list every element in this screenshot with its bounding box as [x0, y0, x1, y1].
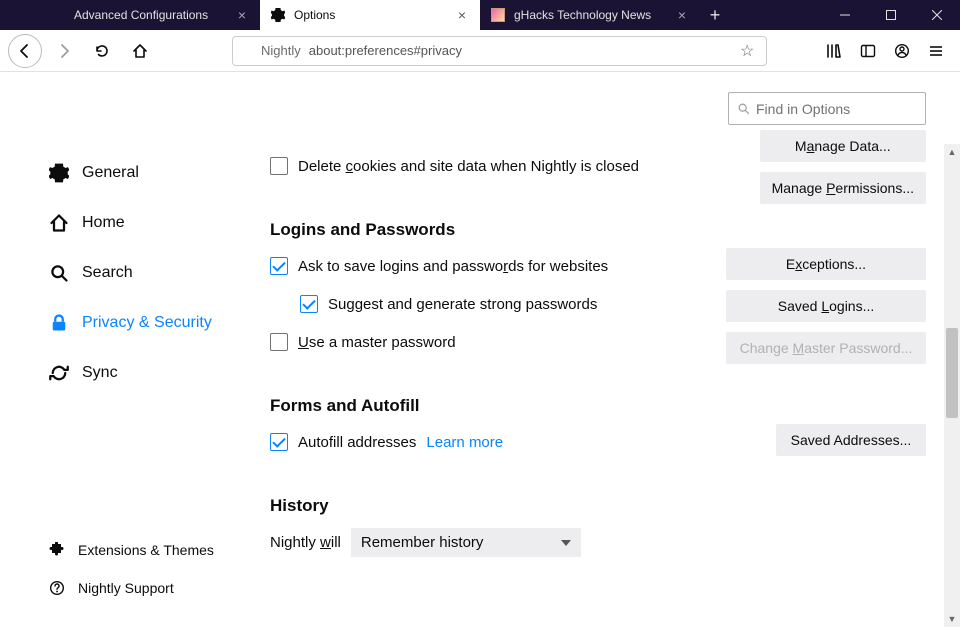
history-will-label: Nightly will [270, 534, 341, 551]
sidebar-item-label: General [82, 164, 139, 182]
suggest-passwords-checkbox[interactable] [300, 295, 318, 313]
maximize-button[interactable] [868, 0, 914, 30]
firefox-icon [239, 43, 255, 59]
exceptions-button[interactable]: Exceptions... [726, 248, 926, 280]
gear-icon [48, 162, 70, 184]
search-placeholder: Find in Options [756, 101, 850, 117]
logins-heading: Logins and Passwords [270, 220, 930, 240]
sidebar-toggle-button[interactable] [852, 35, 884, 67]
saved-logins-button[interactable]: Saved Logins... [726, 290, 926, 322]
tab-favicon-generic [50, 7, 66, 23]
nav-toolbar: Nightly about:preferences#privacy ☆ [0, 30, 960, 72]
tab-ghacks[interactable]: gHacks Technology News × [480, 0, 700, 30]
account-button[interactable] [886, 35, 918, 67]
search-icon [48, 262, 70, 284]
window-controls [822, 0, 960, 30]
bookmark-star-icon[interactable]: ☆ [740, 41, 760, 61]
delete-cookies-label: Delete cookies and site data when Nightl… [298, 158, 639, 175]
saved-addresses-button[interactable]: Saved Addresses... [776, 424, 926, 456]
reload-button[interactable] [86, 35, 118, 67]
change-master-password-button[interactable]: Change Master Password... [726, 332, 926, 364]
app-menu-button[interactable] [920, 35, 952, 67]
history-heading: History [270, 496, 930, 516]
settings-main: Find in Options Manage Data... Manage Pe… [240, 72, 960, 627]
close-tab-icon[interactable]: × [674, 7, 690, 23]
tab-advanced-config[interactable]: Advanced Configurations × [40, 0, 260, 30]
sidebar-item-label: Privacy & Security [82, 314, 212, 332]
help-icon [48, 579, 66, 597]
sidebar-item-search[interactable]: Search [40, 252, 230, 294]
forms-heading: Forms and Autofill [270, 396, 930, 416]
scroll-down-arrow[interactable]: ▼ [944, 611, 960, 627]
close-window-button[interactable] [914, 0, 960, 30]
ask-save-logins-label: Ask to save logins and passwords for web… [298, 258, 608, 275]
library-button[interactable] [818, 35, 850, 67]
tab-label: Advanced Configurations [74, 8, 234, 22]
minimize-button[interactable] [822, 0, 868, 30]
sidebar-item-label: Extensions & Themes [78, 542, 214, 558]
suggest-passwords-label: Suggest and generate strong passwords [328, 296, 597, 313]
ask-save-logins-checkbox[interactable] [270, 257, 288, 275]
close-tab-icon[interactable]: × [234, 7, 250, 23]
ghacks-favicon [490, 7, 506, 23]
manage-data-button[interactable]: Manage Data... [760, 130, 926, 162]
new-tab-button[interactable]: + [700, 0, 730, 30]
content-area: General Home Search Privacy & Security S… [0, 72, 960, 627]
history-mode-value: Remember history [361, 534, 484, 551]
tab-label: Options [294, 8, 454, 22]
sidebar-item-label: Home [82, 214, 125, 232]
sidebar-item-sync[interactable]: Sync [40, 352, 230, 394]
scroll-up-arrow[interactable]: ▲ [944, 144, 960, 160]
sync-icon [48, 362, 70, 384]
home-button[interactable] [124, 35, 156, 67]
sidebar-item-extensions[interactable]: Extensions & Themes [40, 533, 230, 567]
find-in-options[interactable]: Find in Options [728, 92, 926, 125]
home-icon [48, 212, 70, 234]
autofill-addresses-label: Autofill addresses [298, 434, 416, 451]
tab-options[interactable]: Options × [260, 0, 480, 30]
sidebar-item-general[interactable]: General [40, 152, 230, 194]
sidebar-item-label: Search [82, 264, 133, 282]
sidebar-item-label: Nightly Support [78, 580, 174, 596]
autofill-addresses-checkbox[interactable] [270, 433, 288, 451]
sidebar-item-support[interactable]: Nightly Support [40, 571, 230, 605]
use-master-password-checkbox[interactable] [270, 333, 288, 351]
history-mode-select[interactable]: Remember history [351, 528, 581, 557]
delete-cookies-checkbox[interactable] [270, 157, 288, 175]
back-button[interactable] [8, 34, 42, 68]
settings-sidebar: General Home Search Privacy & Security S… [0, 72, 240, 627]
url-text: about:preferences#privacy [309, 43, 740, 58]
vertical-scrollbar[interactable]: ▲ ▼ [944, 144, 960, 627]
sidebar-item-privacy[interactable]: Privacy & Security [40, 302, 230, 344]
tab-strip: Advanced Configurations × Options × gHac… [0, 0, 822, 30]
identity-label: Nightly [261, 43, 301, 58]
learn-more-link[interactable]: Learn more [426, 434, 503, 451]
title-bar: Advanced Configurations × Options × gHac… [0, 0, 960, 30]
url-bar[interactable]: Nightly about:preferences#privacy ☆ [232, 36, 767, 66]
sidebar-item-home[interactable]: Home [40, 202, 230, 244]
sidebar-item-label: Sync [82, 364, 118, 382]
puzzle-icon [48, 541, 66, 559]
scrollbar-thumb[interactable] [946, 328, 958, 418]
tab-label: gHacks Technology News [514, 8, 674, 22]
gear-icon [270, 7, 286, 23]
close-tab-icon[interactable]: × [454, 7, 470, 23]
search-icon [737, 102, 750, 115]
manage-permissions-button[interactable]: Manage Permissions... [760, 172, 926, 204]
forward-button[interactable] [48, 35, 80, 67]
use-master-password-label: Use a master password [298, 334, 456, 351]
lock-icon [48, 312, 70, 334]
